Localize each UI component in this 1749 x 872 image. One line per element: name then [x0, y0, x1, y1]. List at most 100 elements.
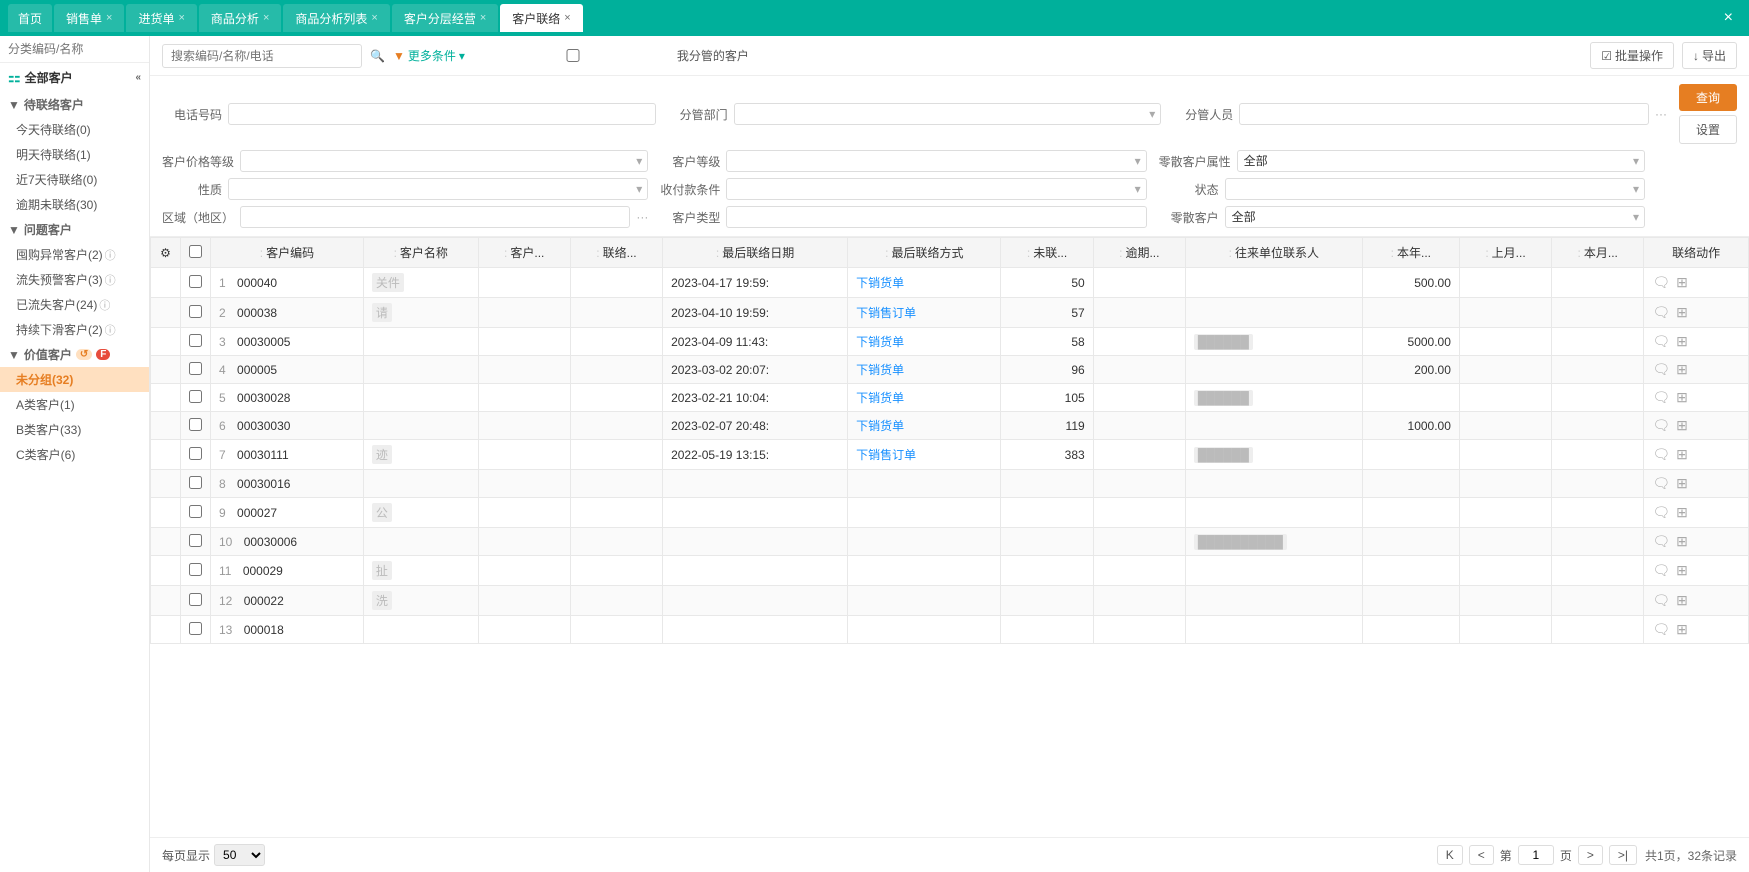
- table-settings-icon[interactable]: ⚙: [160, 246, 171, 260]
- sidebar-item-tomorrow-pending[interactable]: 明天待联络(1): [0, 142, 149, 167]
- action-call-icon[interactable]: 🗨: [1652, 389, 1670, 406]
- last-page-button[interactable]: >|: [1609, 845, 1637, 865]
- sidebar-search-input[interactable]: [8, 42, 150, 56]
- col-settings[interactable]: ⚙: [151, 238, 181, 268]
- tab-customer-contact-close[interactable]: ×: [564, 12, 570, 24]
- col-checkbox[interactable]: [181, 238, 211, 268]
- td-checkbox[interactable]: [181, 498, 211, 528]
- filter-retail-select[interactable]: 全部: [1225, 206, 1645, 228]
- tab-customer-tier[interactable]: 客户分层经营 ×: [392, 4, 498, 32]
- action-more-icon[interactable]: ⊞: [1676, 417, 1688, 434]
- first-page-button[interactable]: K: [1437, 845, 1463, 865]
- col-type[interactable]: :客户...: [478, 238, 570, 268]
- export-button[interactable]: ↓ 导出: [1682, 42, 1737, 69]
- sidebar-item-class-a[interactable]: A类客户(1): [0, 392, 149, 417]
- last-method-link[interactable]: 下销货单: [856, 391, 904, 405]
- row-checkbox[interactable]: [189, 505, 202, 518]
- filter-region-dots[interactable]: ···: [636, 210, 648, 224]
- row-checkbox[interactable]: [189, 476, 202, 489]
- reset-button[interactable]: 设置: [1679, 115, 1737, 144]
- td-checkbox[interactable]: [181, 556, 211, 586]
- per-page-select[interactable]: 50 100 200: [214, 844, 265, 866]
- row-checkbox[interactable]: [189, 275, 202, 288]
- filter-person-dots[interactable]: ···: [1655, 107, 1667, 121]
- td-checkbox[interactable]: [181, 586, 211, 616]
- sidebar-item-overdue[interactable]: 逾期未联络(30): [0, 192, 149, 217]
- row-checkbox[interactable]: [189, 305, 202, 318]
- row-checkbox[interactable]: [189, 593, 202, 606]
- action-call-icon[interactable]: 🗨: [1652, 274, 1670, 291]
- value-refresh-icon[interactable]: ↺: [76, 349, 92, 360]
- select-all-checkbox[interactable]: [189, 245, 202, 258]
- filter-dept-select[interactable]: [734, 103, 1162, 125]
- action-more-icon[interactable]: ⊞: [1676, 304, 1688, 321]
- td-checkbox[interactable]: [181, 412, 211, 440]
- action-more-icon[interactable]: ⊞: [1676, 274, 1688, 291]
- filter-nature-select[interactable]: [228, 178, 648, 200]
- action-call-icon[interactable]: 🗨: [1652, 417, 1670, 434]
- my-customers-checkbox[interactable]: [473, 49, 673, 62]
- last-method-link[interactable]: 下销货单: [856, 363, 904, 377]
- col-code[interactable]: :客户编码: [211, 238, 364, 268]
- filter-payment-select[interactable]: [726, 178, 1146, 200]
- tab-purchase[interactable]: 进货单 ×: [126, 4, 196, 32]
- sidebar-item-churned[interactable]: 已流失客户(24) ⓘ: [0, 292, 149, 317]
- last-method-link[interactable]: 下销售订单: [856, 448, 916, 462]
- action-call-icon[interactable]: 🗨: [1652, 592, 1670, 609]
- tab-customer-tier-close[interactable]: ×: [480, 12, 486, 24]
- tab-sales[interactable]: 销售单 ×: [54, 4, 124, 32]
- col-last-month[interactable]: :上月...: [1459, 238, 1551, 268]
- query-button[interactable]: 查询: [1679, 84, 1737, 111]
- filter-phone-input[interactable]: [228, 103, 656, 125]
- tab-home[interactable]: 首页: [8, 4, 52, 32]
- filter-customer-type-input[interactable]: [726, 206, 1146, 228]
- row-checkbox[interactable]: [189, 622, 202, 635]
- my-customers-checkbox-label[interactable]: 我分管的客户: [473, 47, 749, 64]
- td-checkbox[interactable]: [181, 470, 211, 498]
- col-not-contacted[interactable]: :未联...: [1001, 238, 1093, 268]
- search-input[interactable]: [162, 44, 362, 68]
- col-contact[interactable]: :联络...: [570, 238, 662, 268]
- last-method-link[interactable]: 下销货单: [856, 276, 904, 290]
- sidebar-item-churn-warning[interactable]: 流失预警客户(3) ⓘ: [0, 267, 149, 292]
- action-more-icon[interactable]: ⊞: [1676, 389, 1688, 406]
- action-call-icon[interactable]: 🗨: [1652, 562, 1670, 579]
- action-call-icon[interactable]: 🗨: [1652, 504, 1670, 521]
- tab-purchase-close[interactable]: ×: [178, 12, 184, 24]
- action-call-icon[interactable]: 🗨: [1652, 304, 1670, 321]
- row-checkbox[interactable]: [189, 563, 202, 576]
- td-checkbox[interactable]: [181, 528, 211, 556]
- row-checkbox[interactable]: [189, 534, 202, 547]
- action-call-icon[interactable]: 🗨: [1652, 475, 1670, 492]
- action-more-icon[interactable]: ⊞: [1676, 504, 1688, 521]
- sidebar-item-class-b[interactable]: B类客户(33): [0, 417, 149, 442]
- td-checkbox[interactable]: [181, 298, 211, 328]
- td-checkbox[interactable]: [181, 384, 211, 412]
- td-checkbox[interactable]: [181, 356, 211, 384]
- sidebar-group-problem-arrow[interactable]: ▼: [8, 223, 20, 237]
- last-method-link[interactable]: 下销货单: [856, 419, 904, 433]
- col-overdue[interactable]: :逾期...: [1093, 238, 1185, 268]
- action-call-icon[interactable]: 🗨: [1652, 533, 1670, 550]
- sidebar-group-pending-arrow[interactable]: ▼: [8, 98, 20, 112]
- sidebar-item-class-c[interactable]: C类客户(6): [0, 442, 149, 467]
- action-more-icon[interactable]: ⊞: [1676, 446, 1688, 463]
- last-method-link[interactable]: 下销货单: [856, 335, 904, 349]
- tab-customer-contact[interactable]: 客户联络 ×: [500, 4, 582, 32]
- action-more-icon[interactable]: ⊞: [1676, 533, 1688, 550]
- action-more-icon[interactable]: ⊞: [1676, 475, 1688, 492]
- action-call-icon[interactable]: 🗨: [1652, 621, 1670, 638]
- action-more-icon[interactable]: ⊞: [1676, 361, 1688, 378]
- filter-search-button[interactable]: 🔍: [370, 49, 385, 63]
- sidebar-item-week-pending[interactable]: 近7天待联络(0): [0, 167, 149, 192]
- action-more-icon[interactable]: ⊞: [1676, 592, 1688, 609]
- filter-price-tier-select[interactable]: [240, 150, 648, 172]
- tab-goods-analysis-close[interactable]: ×: [263, 12, 269, 24]
- tab-goods-analysis[interactable]: 商品分析 ×: [199, 4, 281, 32]
- col-last-method[interactable]: :最后联络方式: [848, 238, 1001, 268]
- row-checkbox[interactable]: [189, 334, 202, 347]
- batch-op-button[interactable]: ☑ 批量操作: [1590, 42, 1674, 69]
- action-call-icon[interactable]: 🗨: [1652, 446, 1670, 463]
- row-checkbox[interactable]: [189, 418, 202, 431]
- action-more-icon[interactable]: ⊞: [1676, 562, 1688, 579]
